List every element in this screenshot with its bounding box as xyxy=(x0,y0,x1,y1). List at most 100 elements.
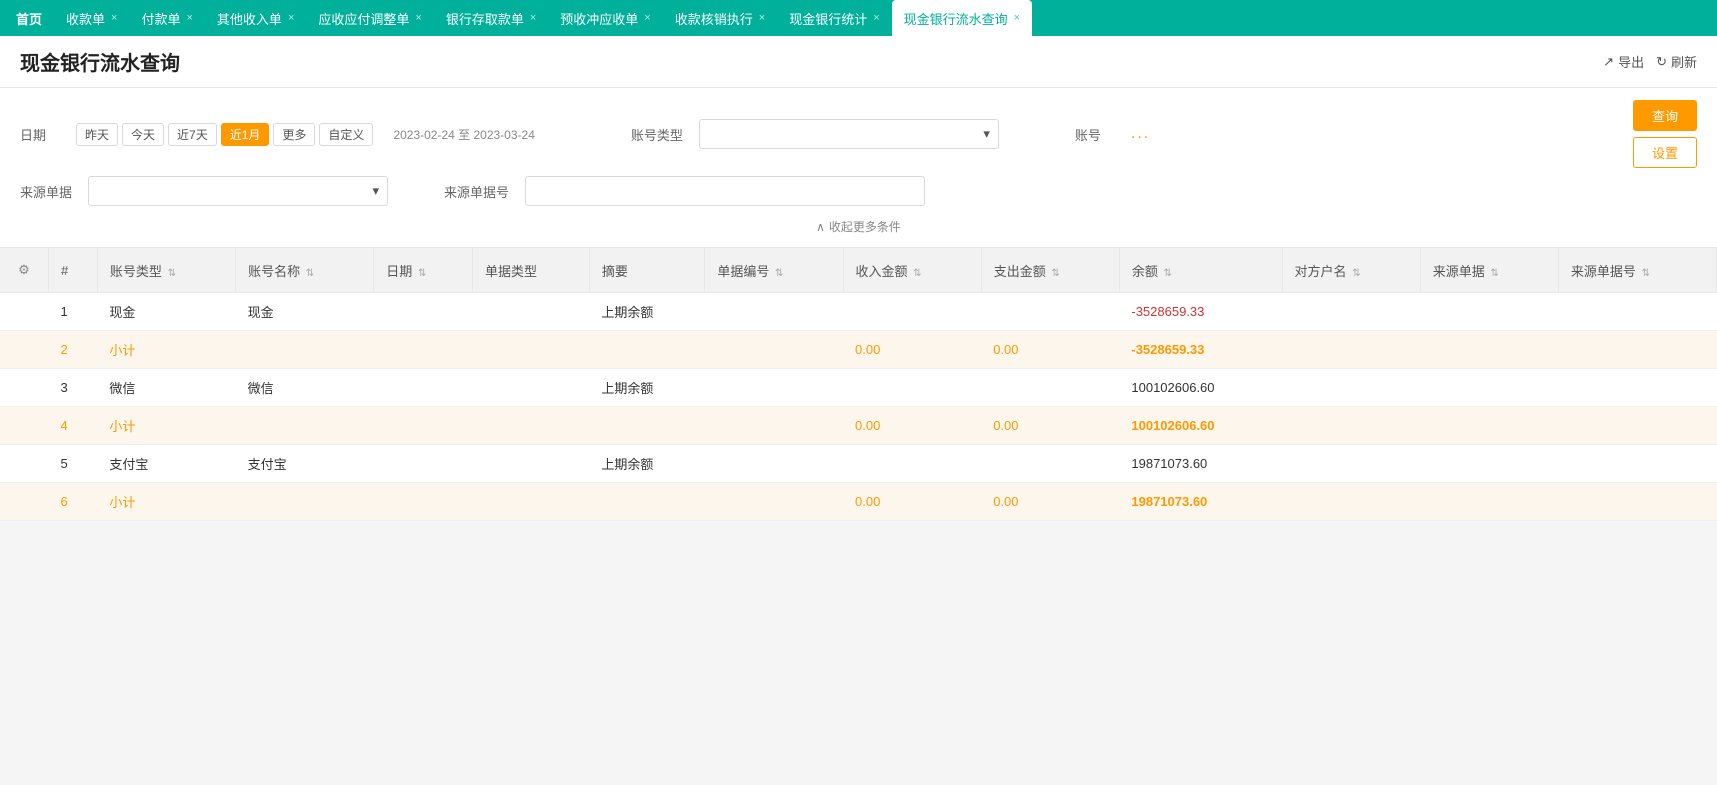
table-header-row: ⚙ # 账号类型 ⇅ 账号名称 ⇅ 日期 ⇅ 单据类型 摘要 单据编 xyxy=(0,248,1717,293)
table-col-account-type[interactable]: 账号类型 ⇅ xyxy=(97,248,235,293)
row-balance: -3528659.33 xyxy=(1119,331,1282,369)
row-counterpart xyxy=(1282,445,1420,483)
source-doc-select[interactable]: ▾ xyxy=(88,176,388,206)
table-col-account-name[interactable]: 账号名称 ⇅ xyxy=(236,248,374,293)
close-icon[interactable]: × xyxy=(873,12,879,24)
table-col-doc-no[interactable]: 单据编号 ⇅ xyxy=(705,248,843,293)
table-col-expense[interactable]: 支出金额 ⇅ xyxy=(981,248,1119,293)
row-account-type: 小计 xyxy=(97,407,235,445)
collapse-button[interactable]: ∧ 收起更多条件 xyxy=(20,214,1697,239)
nav-tab-银行存取款单[interactable]: 银行存取款单 × xyxy=(434,0,548,36)
date-btn-昨天[interactable]: 昨天 xyxy=(76,123,118,146)
row-source-doc-no xyxy=(1558,293,1716,331)
row-balance: 19871073.60 xyxy=(1119,445,1282,483)
row-doc-type xyxy=(473,369,590,407)
close-icon[interactable]: × xyxy=(186,12,192,24)
table-col-date[interactable]: 日期 ⇅ xyxy=(374,248,473,293)
row-expense: 0.00 xyxy=(981,483,1119,521)
gear-icon[interactable]: ⚙ xyxy=(12,258,36,282)
row-source-doc-no xyxy=(1558,483,1716,521)
row-no: 2 xyxy=(49,331,98,369)
date-btn-今天[interactable]: 今天 xyxy=(122,123,164,146)
row-no: 1 xyxy=(49,293,98,331)
close-icon[interactable]: × xyxy=(1014,12,1020,24)
nav-tab-收款核销执行[interactable]: 收款核销执行 × xyxy=(663,0,777,36)
row-counterpart xyxy=(1282,407,1420,445)
nav-home[interactable]: 首页 xyxy=(4,0,54,36)
account-type-select[interactable]: ▾ xyxy=(699,119,999,149)
row-date xyxy=(374,483,473,521)
table-row: 6 小计 0.00 0.00 19871073.60 xyxy=(0,483,1717,521)
export-button[interactable]: ↗ 导出 xyxy=(1603,52,1644,71)
row-source-doc-no xyxy=(1558,369,1716,407)
row-source-doc-no xyxy=(1558,407,1716,445)
nav-tab-其他收入单[interactable]: 其他收入单 × xyxy=(205,0,306,36)
nav-tab-付款单[interactable]: 付款单 × xyxy=(129,0,204,36)
date-btn-近1月[interactable]: 近1月 xyxy=(221,123,270,146)
nav-tab-现金银行流水查询[interactable]: 现金银行流水查询 × xyxy=(892,0,1032,36)
sort-icon: ⇅ xyxy=(306,268,314,279)
row-account-name: 现金 xyxy=(236,293,374,331)
date-btn-近7天[interactable]: 近7天 xyxy=(168,123,217,146)
table-col-counterpart[interactable]: 对方户名 ⇅ xyxy=(1282,248,1420,293)
table-col-income[interactable]: 收入金额 ⇅ xyxy=(843,248,981,293)
header-actions: ↗ 导出 ↻ 刷新 xyxy=(1603,52,1697,71)
nav-tab-收款单[interactable]: 收款单 × xyxy=(54,0,129,36)
refresh-icon: ↻ xyxy=(1656,54,1667,70)
row-account-name xyxy=(236,483,374,521)
row-settings xyxy=(0,483,49,521)
row-counterpart xyxy=(1282,483,1420,521)
row-doc-no xyxy=(705,407,843,445)
row-source-doc xyxy=(1420,483,1558,521)
close-icon[interactable]: × xyxy=(530,12,536,24)
row-balance: 19871073.60 xyxy=(1119,483,1282,521)
row-summary: 上期余额 xyxy=(589,293,704,331)
row-account-type: 小计 xyxy=(97,331,235,369)
row-no: 6 xyxy=(49,483,98,521)
table-col-settings[interactable]: ⚙ xyxy=(0,248,49,293)
query-button[interactable]: 查询 xyxy=(1633,100,1697,131)
row-doc-no xyxy=(705,445,843,483)
table-col-balance[interactable]: 余额 ⇅ xyxy=(1119,248,1282,293)
setting-button[interactable]: 设置 xyxy=(1633,137,1697,168)
date-btn-自定义[interactable]: 自定义 xyxy=(319,123,373,146)
row-doc-no xyxy=(705,331,843,369)
row-doc-no xyxy=(705,483,843,521)
row-account-type: 支付宝 xyxy=(97,445,235,483)
nav-bar: 首页 收款单 × 付款单 × 其他收入单 × 应收应付调整单 × 银行存取款单 … xyxy=(0,0,1717,36)
refresh-button[interactable]: ↻ 刷新 xyxy=(1656,52,1697,71)
source-doc-label: 来源单据 xyxy=(20,182,72,201)
page-title: 现金银行流水查询 xyxy=(20,47,180,76)
row-no: 3 xyxy=(49,369,98,407)
row-date xyxy=(374,293,473,331)
nav-tab-应收应付调整单[interactable]: 应收应付调整单 × xyxy=(306,0,433,36)
table-row: 2 小计 0.00 0.00 -3528659.33 xyxy=(0,331,1717,369)
close-icon[interactable]: × xyxy=(288,12,294,24)
row-expense xyxy=(981,445,1119,483)
row-balance: -3528659.33 xyxy=(1119,293,1282,331)
chevron-down-icon: ▾ xyxy=(372,183,379,199)
source-doc-no-label: 来源单据号 xyxy=(444,182,509,201)
row-balance: 100102606.60 xyxy=(1119,407,1282,445)
sort-icon: ⇅ xyxy=(168,268,176,279)
close-icon[interactable]: × xyxy=(759,12,765,24)
table-row: 1 现金 现金 上期余额 -3528659.33 xyxy=(0,293,1717,331)
close-icon[interactable]: × xyxy=(111,12,117,24)
nav-tab-现金银行统计[interactable]: 现金银行统计 × xyxy=(777,0,891,36)
row-counterpart xyxy=(1282,331,1420,369)
row-summary xyxy=(589,407,704,445)
close-icon[interactable]: × xyxy=(415,12,421,24)
account-ellipsis-button[interactable]: ... xyxy=(1131,125,1150,143)
row-account-name: 支付宝 xyxy=(236,445,374,483)
row-account-name: 微信 xyxy=(236,369,374,407)
date-options: 昨天 今天 近7天 近1月 更多 自定义 xyxy=(76,123,373,146)
close-icon[interactable]: × xyxy=(644,12,650,24)
table-col-source-doc-no[interactable]: 来源单据号 ⇅ xyxy=(1558,248,1716,293)
row-balance: 100102606.60 xyxy=(1119,369,1282,407)
row-account-name xyxy=(236,331,374,369)
table-col-source-doc[interactable]: 来源单据 ⇅ xyxy=(1420,248,1558,293)
row-source-doc xyxy=(1420,369,1558,407)
nav-tab-预收冲应收单[interactable]: 预收冲应收单 × xyxy=(548,0,662,36)
date-btn-更多[interactable]: 更多 xyxy=(273,123,315,146)
source-doc-no-input[interactable] xyxy=(525,176,925,206)
